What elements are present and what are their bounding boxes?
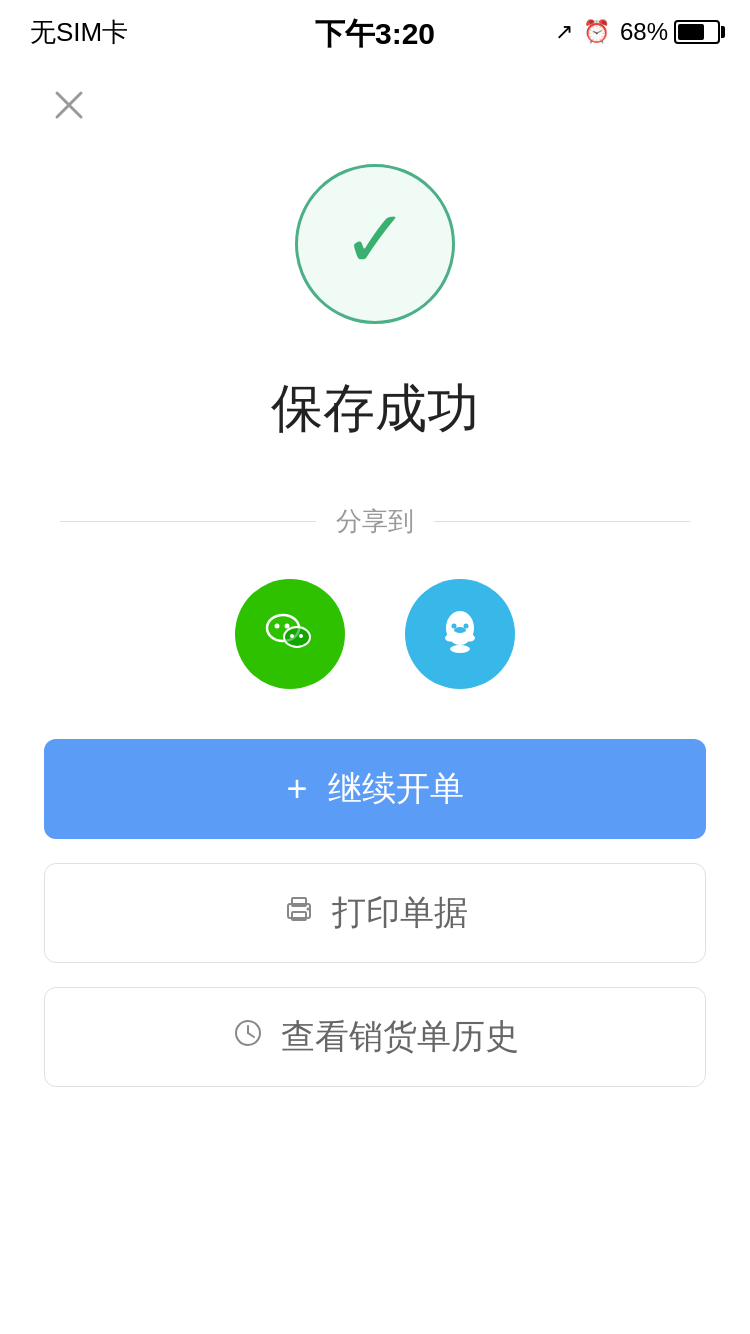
alarm-icon: ⏰ [583,19,610,45]
share-divider: 分享到 [0,504,750,539]
print-icon [282,892,316,934]
battery-fill [678,24,704,40]
svg-point-11 [465,635,475,642]
svg-point-13 [452,624,457,629]
share-section: 分享到 [0,504,750,689]
continue-order-button[interactable]: + 继续开单 [44,739,706,839]
svg-point-14 [464,624,469,629]
wechat-icon [258,602,322,666]
carrier-text: 无SIM卡 [30,15,128,50]
main-content: ✓ 保存成功 分享到 [0,64,750,1334]
time-display: 下午3:20 [315,14,435,55]
checkmark-icon: ✓ [342,200,409,280]
status-right: ↗ ⏰ 68% [555,18,720,46]
battery-container: 68% [620,18,720,46]
qq-icon [428,602,492,666]
close-button[interactable] [44,80,94,130]
svg-line-22 [248,1033,254,1037]
svg-point-6 [285,624,290,629]
svg-point-5 [275,624,280,629]
share-label: 分享到 [336,504,414,539]
close-icon [51,87,87,123]
divider-line-right [434,521,690,522]
svg-point-8 [299,634,303,638]
continue-label: 继续开单 [328,766,464,812]
status-bar: 无SIM卡 下午3:20 ↗ ⏰ 68% [0,0,750,64]
print-button[interactable]: 打印单据 [44,863,706,963]
continue-icon: + [286,768,307,810]
success-circle: ✓ [295,164,455,324]
status-left: 无SIM卡 [30,15,138,50]
svg-point-12 [450,645,470,653]
svg-point-15 [454,627,466,633]
actions-container: + 继续开单 打印单据 查看销货单历史 [0,739,750,1087]
history-label: 查看销货单历史 [281,1014,519,1060]
print-label: 打印单据 [332,890,468,936]
history-button[interactable]: 查看销货单历史 [44,987,706,1087]
svg-point-7 [290,634,294,638]
battery-percentage: 68% [620,18,668,46]
svg-point-19 [307,908,310,911]
divider-line-left [60,521,316,522]
share-icons [235,579,515,689]
battery-icon [674,20,720,44]
success-title: 保存成功 [271,374,479,444]
history-icon [231,1016,265,1058]
location-icon: ↗ [555,19,573,45]
svg-point-10 [445,635,455,642]
wechat-share-button[interactable] [235,579,345,689]
qq-share-button[interactable] [405,579,515,689]
